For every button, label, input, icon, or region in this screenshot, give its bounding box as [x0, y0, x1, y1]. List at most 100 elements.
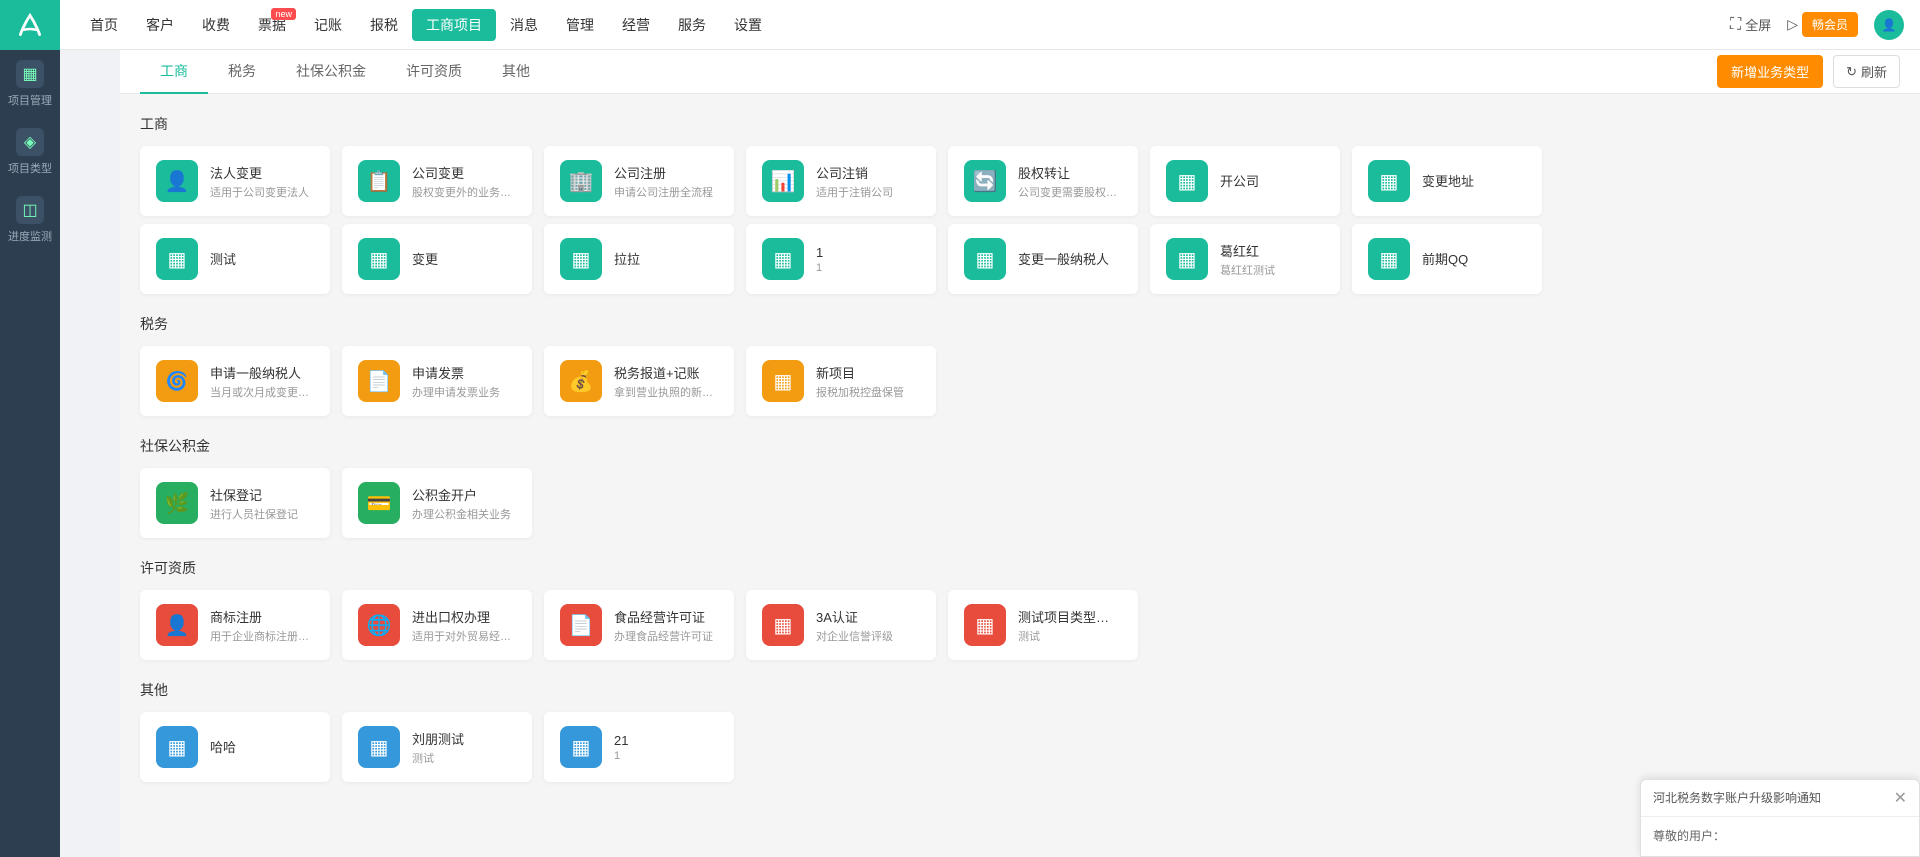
tab-gongshang[interactable]: 工商 [140, 50, 208, 94]
chat-popup-title: 河北税务数字账户升级影响通知 [1653, 789, 1821, 806]
card-icon-biange-dizhi: ▦ [1368, 160, 1410, 202]
vip-btn[interactable]: ▷ 畅会员 [1787, 12, 1858, 37]
card-xin-xiangmu[interactable]: ▦ 新项目 报税加税控盘保管 [746, 346, 936, 416]
card-icon-shipin: 📄 [560, 604, 602, 646]
fullscreen-btn[interactable]: ⛶ 全屏 [1730, 15, 1771, 34]
nav-tax[interactable]: 报税 [356, 0, 412, 50]
sidebar-label-project-type: 项目类型 [8, 160, 52, 176]
card-gehonghong[interactable]: ▦ 葛红红 葛红红测试 [1150, 224, 1340, 294]
card-desc: 申请公司注册全流程 [614, 184, 718, 200]
card-biange2[interactable]: ▦ 变更 [342, 224, 532, 294]
sidebar-item-progress-monitor[interactable]: ◫ 进度监测 [0, 186, 60, 254]
nav-invoice[interactable]: 票据 new [244, 0, 300, 50]
card-title: 哈哈 [210, 737, 314, 756]
section-title-shebao: 社保公积金 [140, 436, 1900, 456]
card-gongsi-biange[interactable]: 📋 公司变更 股权变更外的业务变更 [342, 146, 532, 216]
nav-biz-project[interactable]: 工商项目 [412, 9, 496, 41]
card-kai-gongsi[interactable]: ▦ 开公司 [1150, 146, 1340, 216]
card-biange-shuiren[interactable]: ▦ 变更一般纳税人 [948, 224, 1138, 294]
card-shipin-jingying[interactable]: 📄 食品经营许可证 办理食品经营许可证 [544, 590, 734, 660]
avatar[interactable]: 👤 [1874, 10, 1904, 40]
sidebar-item-project-type[interactable]: ◈ 项目类型 [0, 118, 60, 186]
chat-popup-close-button[interactable]: ✕ [1894, 788, 1907, 808]
nav-bookkeeping[interactable]: 记账 [300, 0, 356, 50]
card-title: 21 [614, 733, 718, 748]
card-text-faren: 法人变更 适用于公司变更法人 [210, 163, 314, 200]
logo[interactable] [0, 0, 60, 50]
card-icon-haha: ▦ [156, 726, 198, 768]
nav-message[interactable]: 消息 [496, 0, 552, 50]
card-shenqing-fapiao[interactable]: 📄 申请发票 办理申请发票业务 [342, 346, 532, 416]
sidebar-item-project-manage[interactable]: ▦ 项目管理 [0, 50, 60, 118]
cards-row-shebao: 🌿 社保登记 进行人员社保登记 💳 公积金开户 办理公积金相关业务 [140, 468, 1900, 538]
card-gongsi-zhuxiao[interactable]: 📊 公司注销 适用于注销公司 [746, 146, 936, 216]
vip-label[interactable]: 畅会员 [1802, 12, 1858, 37]
card-title: 测试 [210, 249, 314, 268]
card-shebao-dengji[interactable]: 🌿 社保登记 进行人员社保登记 [140, 468, 330, 538]
card-title: 变更一般纳税人 [1018, 249, 1122, 268]
nav-service[interactable]: 服务 [664, 0, 720, 50]
card-icon-num21: ▦ [560, 726, 602, 768]
section-title-xuke: 许可资质 [140, 558, 1900, 578]
section-shuiwu: 税务 🌀 申请一般纳税人 当月或次月成变更完成 📄 申请发票 办理申请发票业务 [140, 314, 1900, 416]
card-title: 食品经营许可证 [614, 607, 718, 626]
chat-popup-body: 尊敬的用户： [1641, 817, 1919, 856]
card-3a-renzheng[interactable]: ▦ 3A认证 对企业信誉评级 [746, 590, 936, 660]
card-ceshi[interactable]: ▦ 测试 [140, 224, 330, 294]
card-icon-gehonghong: ▦ [1166, 238, 1208, 280]
card-icon-3a: ▦ [762, 604, 804, 646]
tab-bar: 工商 税务 社保公积金 许可资质 其他 新增业务类型 ↻ 刷新 [120, 50, 1920, 94]
card-haha[interactable]: ▦ 哈哈 [140, 712, 330, 782]
card-icon-biange-shuiren: ▦ [964, 238, 1006, 280]
card-liupeng-ceshi[interactable]: ▦ 刘朋测试 测试 [342, 712, 532, 782]
card-qianqi-qq[interactable]: ▦ 前期QQ [1352, 224, 1542, 294]
card-title: 变更地址 [1422, 171, 1526, 190]
card-desc: 适用于注销公司 [816, 184, 920, 200]
card-lala[interactable]: ▦ 拉拉 [544, 224, 734, 294]
content-area: 工商 👤 法人变更 适用于公司变更法人 📋 公司变更 股权变更外的业务变更 [120, 94, 1920, 857]
nav-settings[interactable]: 设置 [720, 0, 776, 50]
tab-shuiwu[interactable]: 税务 [208, 50, 276, 94]
tab-shebao[interactable]: 社保公积金 [276, 50, 386, 94]
nav-customer[interactable]: 客户 [132, 0, 188, 50]
card-gongjijin-kaihuu[interactable]: 💳 公积金开户 办理公积金相关业务 [342, 468, 532, 538]
card-desc: 葛红红测试 [1220, 262, 1324, 278]
nav-home[interactable]: 首页 [76, 0, 132, 50]
card-desc: 适用于公司变更法人 [210, 184, 314, 200]
section-shebao: 社保公积金 🌿 社保登记 进行人员社保登记 💳 公积金开户 办理公积金相关业务 [140, 436, 1900, 538]
card-desc: 进行人员社保登记 [210, 506, 314, 522]
new-badge: new [271, 8, 296, 20]
card-gongsi-zhuce[interactable]: 🏢 公司注册 申请公司注册全流程 [544, 146, 734, 216]
card-faren-biange[interactable]: 👤 法人变更 适用于公司变更法人 [140, 146, 330, 216]
card-shuiwu-baodao[interactable]: 💰 税务报道+记账 拿到营业执照的新公司 [544, 346, 734, 416]
chat-popup-body-text: 尊敬的用户： [1653, 829, 1725, 843]
section-title-gongshang: 工商 [140, 114, 1900, 134]
card-desc: 适用于对外贸易经营者 [412, 628, 516, 644]
card-guquan-zhuanrang[interactable]: 🔄 股权转让 公司变更需要股权转让 [948, 146, 1138, 216]
card-shangbiao-zhuce[interactable]: 👤 商标注册 用于企业商标注册服务 [140, 590, 330, 660]
section-qita: 其他 ▦ 哈哈 ▦ 刘朋测试 测试 ▦ [140, 680, 1900, 782]
card-title: 商标注册 [210, 607, 314, 626]
card-title: 进出口权办理 [412, 607, 516, 626]
tab-actions: 新增业务类型 ↻ 刷新 [1717, 55, 1900, 88]
card-biange-dizhi[interactable]: ▦ 变更地址 [1352, 146, 1542, 216]
card-num1[interactable]: ▦ 1 1 [746, 224, 936, 294]
card-icon-shangbiao: 👤 [156, 604, 198, 646]
card-ceshi-leixing[interactable]: ▦ 测试项目类型目定义 测试 [948, 590, 1138, 660]
card-title: 前期QQ [1422, 249, 1526, 268]
nav-operation[interactable]: 经营 [608, 0, 664, 50]
nav-manage[interactable]: 管理 [552, 0, 608, 50]
card-desc: 1 [614, 750, 718, 762]
card-desc: 办理公积金相关业务 [412, 506, 516, 522]
nav-billing[interactable]: 收费 [188, 0, 244, 50]
chat-popup-header: 河北税务数字账户升级影响通知 ✕ [1641, 780, 1919, 817]
card-icon-biange2: ▦ [358, 238, 400, 280]
card-icon-shuiwu-baodao: 💰 [560, 360, 602, 402]
card-jinchukou-banli[interactable]: 🌐 进出口权办理 适用于对外贸易经营者 [342, 590, 532, 660]
refresh-button[interactable]: ↻ 刷新 [1833, 55, 1900, 88]
add-type-button[interactable]: 新增业务类型 [1717, 55, 1823, 88]
tab-qita[interactable]: 其他 [482, 50, 550, 94]
tab-xuke[interactable]: 许可资质 [386, 50, 482, 94]
card-num21[interactable]: ▦ 21 1 [544, 712, 734, 782]
card-shenqing-shuiren[interactable]: 🌀 申请一般纳税人 当月或次月成变更完成 [140, 346, 330, 416]
